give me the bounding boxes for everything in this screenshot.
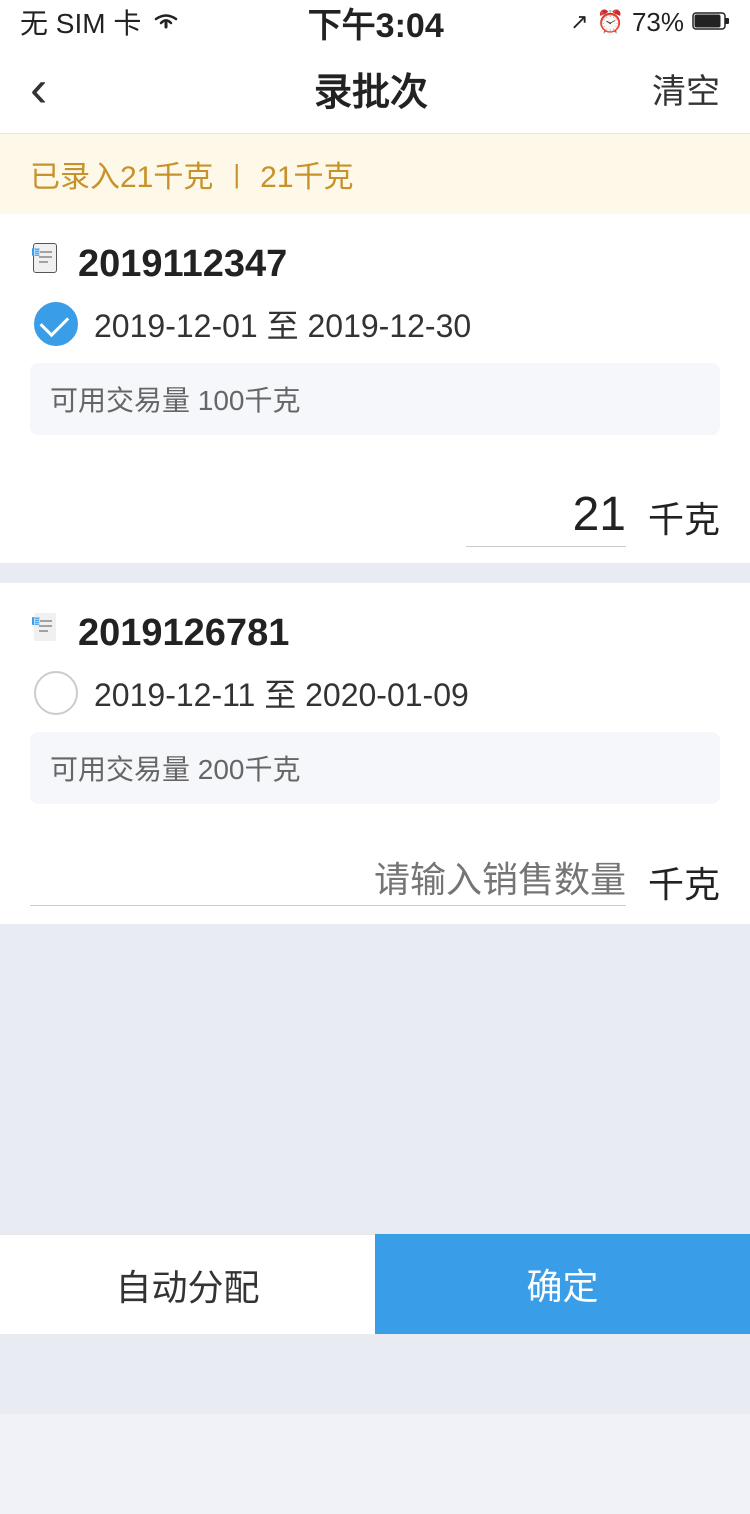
checkbox-2[interactable]	[34, 671, 78, 715]
batch-header-1: 目 2019112347	[30, 242, 720, 287]
quantity-input-2[interactable]	[30, 859, 626, 901]
confirm-button[interactable]: 确定	[375, 1234, 750, 1334]
bottom-bar: 自动分配 确定	[0, 1234, 750, 1334]
status-bar: 无 SIM 卡 下午3:04 ↗ ⏰ 73%	[0, 0, 750, 44]
batch-id-2: 2019126781	[78, 612, 289, 655]
nav-bar: ‹ 录批次 清空	[0, 44, 750, 134]
batch-date-row-2: 2019-12-11 至 2020-01-09	[30, 670, 720, 716]
info-divider: |	[233, 159, 240, 190]
amount-underline-1	[466, 546, 626, 547]
input-unit-2: 千克	[648, 856, 720, 908]
available-box-2: 可用交易量 200千克	[30, 732, 720, 804]
amount-value-1: 21	[30, 487, 626, 542]
amount-wrapper-1: 21	[30, 487, 626, 547]
wifi-icon	[151, 6, 181, 38]
input-underline-2	[30, 905, 626, 906]
available-box-1: 可用交易量 100千克	[30, 363, 720, 435]
info-banner: 已录入21千克 | 21千克	[0, 134, 750, 214]
empty-area	[0, 924, 750, 1414]
available-text-2: 可用交易量 200千克	[50, 754, 301, 785]
location-icon: ↗	[570, 9, 588, 35]
doc-icon-1: 目	[30, 242, 66, 287]
batch-item-1: 目 2019112347 2019-12-01 至 2019-12-30 可用交…	[0, 214, 750, 463]
section-divider-1	[0, 563, 750, 583]
alarm-icon: ⏰	[597, 9, 624, 35]
status-time: 下午3:04	[308, 0, 444, 47]
svg-text:目: 目	[33, 248, 41, 257]
status-right: ↗ ⏰ 73%	[570, 7, 730, 38]
amount-unit-1: 千克	[648, 491, 720, 543]
clear-button[interactable]: 清空	[652, 64, 720, 113]
auto-distribute-button[interactable]: 自动分配	[0, 1234, 375, 1334]
doc-icon-2: 目	[30, 611, 66, 656]
battery-icon	[692, 7, 730, 38]
page-title: 录批次	[314, 61, 428, 116]
checkbox-1[interactable]	[34, 302, 78, 346]
batch-item-2: 目 2019126781 2019-12-11 至 2020-01-09 可用交…	[0, 583, 750, 832]
back-button[interactable]: ‹	[30, 59, 90, 119]
batch-dates-1: 2019-12-01 至 2019-12-30	[94, 301, 471, 347]
batch-id-1: 2019112347	[78, 243, 287, 286]
input-row-2: 千克	[0, 832, 750, 924]
amount-row-1: 21 千克	[0, 463, 750, 563]
battery-percent: 73%	[632, 7, 684, 38]
batch-date-row-1: 2019-12-01 至 2019-12-30	[30, 301, 720, 347]
status-left: 无 SIM 卡	[20, 2, 181, 42]
batch-header-2: 目 2019126781	[30, 611, 720, 656]
sim-label: 无 SIM 卡	[20, 2, 141, 42]
recorded-label: 已录入21千克	[30, 152, 213, 196]
info-value: 21千克	[260, 152, 353, 196]
available-text-1: 可用交易量 100千克	[50, 385, 301, 416]
batch-dates-2: 2019-12-11 至 2020-01-09	[94, 670, 469, 716]
svg-text:目: 目	[33, 617, 41, 626]
